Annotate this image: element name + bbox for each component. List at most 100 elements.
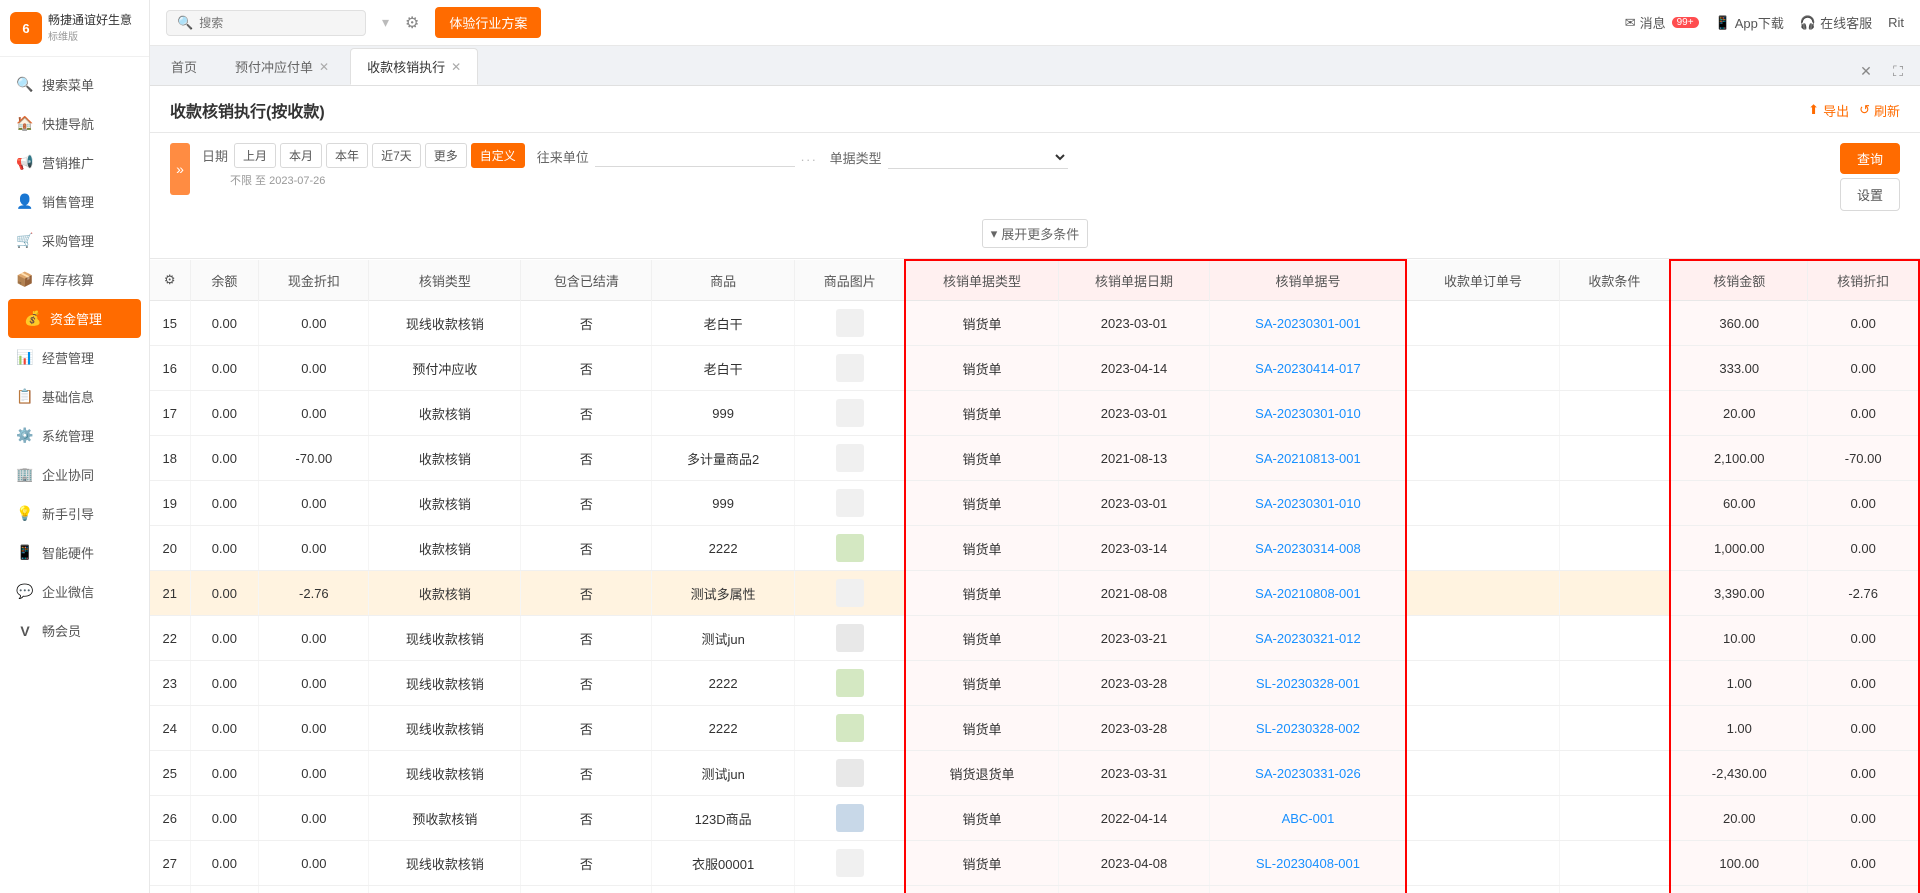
sidebar-item-wechat[interactable]: 💬 企业微信 — [0, 572, 149, 611]
cell-goods-img — [794, 841, 905, 886]
table-row: 24 0.00 0.00 现线收款核销 否 2222 销货单 2023-03-2… — [150, 706, 1919, 751]
sidebar-label: 畅会员 — [42, 621, 81, 640]
tab-fullscreen-button[interactable]: ⛶ — [1884, 57, 1912, 85]
cell-cancel-bill-type: 销货单 — [905, 526, 1058, 571]
cell-goods: 测试jun — [652, 751, 795, 796]
refresh-button[interactable]: ↺ 刷新 — [1859, 101, 1900, 120]
sidebar-item-quick-nav[interactable]: 🏠 快捷导航 — [0, 104, 149, 143]
cell-cancel-bill-type: 销货单 — [905, 346, 1058, 391]
bill-no-link[interactable]: SA-20230414-017 — [1255, 361, 1361, 376]
cell-goods: 多计量商品2 — [652, 436, 795, 481]
sidebar-item-enterprise[interactable]: 🏢 企业协同 — [0, 455, 149, 494]
cell-cancel-bill-type: 销货单 — [905, 796, 1058, 841]
cell-goods-img — [794, 391, 905, 436]
sidebar-item-search[interactable]: 🔍 搜索菜单 — [0, 65, 149, 104]
user-name-item[interactable]: Rit — [1888, 15, 1904, 30]
this-year-button[interactable]: 本年 — [326, 143, 368, 168]
export-button[interactable]: ⬆ 导出 — [1808, 101, 1849, 120]
messages-item[interactable]: ✉ 消息 99+ — [1625, 13, 1699, 32]
cell-num: 28 — [150, 886, 190, 893]
gear-icon[interactable]: ⚙ — [405, 13, 419, 33]
search-input[interactable] — [199, 16, 339, 30]
sidebar-item-operations[interactable]: 📊 经营管理 — [0, 338, 149, 377]
tab-receipt-cancel[interactable]: 收款核销执行 ✕ — [350, 48, 478, 85]
bill-no-link[interactable]: SL-20230328-001 — [1256, 676, 1360, 691]
cell-cancel-amount: 333.00 — [1670, 346, 1808, 391]
cell-receipt-order-no — [1406, 796, 1559, 841]
sidebar-item-inventory[interactable]: 📦 库存核算 — [0, 260, 149, 299]
sidebar-item-system[interactable]: ⚙️ 系统管理 — [0, 416, 149, 455]
sidebar-item-purchase[interactable]: 🛒 采购管理 — [0, 221, 149, 260]
bill-no-link[interactable]: SA-20230301-001 — [1255, 316, 1361, 331]
cell-include-settled: 否 — [521, 796, 652, 841]
partner-input[interactable] — [595, 145, 795, 167]
th-cancel-bill-no: 核销单据号 — [1210, 260, 1407, 301]
th-settings[interactable]: ⚙ — [150, 260, 190, 301]
tab-home[interactable]: 首页 — [154, 48, 214, 85]
custom-date-button[interactable]: 自定义 — [471, 143, 525, 168]
bill-no-link[interactable]: SL-20230408-001 — [1256, 856, 1360, 871]
bill-no-link[interactable]: SA-20230301-010 — [1255, 496, 1361, 511]
cell-goods-img — [794, 886, 905, 893]
more-button[interactable]: 更多 — [425, 143, 467, 168]
expand-more-button[interactable]: ▾ 展开更多条件 — [982, 219, 1089, 248]
app-download-item[interactable]: 📱 App下载 — [1715, 13, 1784, 32]
query-button[interactable]: 查询 — [1840, 143, 1900, 174]
tab-prepay[interactable]: 预付冲应付单 ✕ — [218, 48, 346, 85]
sidebar-item-finance[interactable]: 💰 资金管理 — [8, 299, 141, 338]
cell-goods-img — [794, 571, 905, 616]
sidebar-item-guide[interactable]: 💡 新手引导 — [0, 494, 149, 533]
tab-close-all-button[interactable]: ✕ — [1852, 57, 1880, 85]
bill-no-link[interactable]: SL-20230328-002 — [1256, 721, 1360, 736]
tab-prepay-close[interactable]: ✕ — [319, 60, 329, 74]
sidebar-label: 销售管理 — [42, 192, 94, 211]
this-month-button[interactable]: 本月 — [280, 143, 322, 168]
last7days-button[interactable]: 近7天 — [372, 143, 421, 168]
cell-cancel-amount: 10.00 — [1670, 616, 1808, 661]
bill-no-link[interactable]: SA-20230301-010 — [1255, 406, 1361, 421]
cell-cancel-type: 现线收款核销 — [369, 841, 521, 886]
online-service-item[interactable]: 🎧 在线客服 — [1800, 13, 1872, 32]
cell-include-settled: 否 — [521, 886, 652, 893]
filter-section: » 日期 上月 本月 本年 近7天 更多 自定义 不限 — [150, 133, 1920, 259]
bill-no-link[interactable]: SA-20210808-001 — [1255, 586, 1361, 601]
sidebar-item-marketing[interactable]: 📢 营销推广 — [0, 143, 149, 182]
cell-cash-discount: 0.00 — [259, 616, 369, 661]
bill-no-link[interactable]: SA-20210813-001 — [1255, 451, 1361, 466]
cell-cancel-type: 收款核销 — [369, 526, 521, 571]
sidebar-menu: 🔍 搜索菜单 🏠 快捷导航 📢 营销推广 👤 销售管理 🛒 采购管理 📦 库存核… — [0, 57, 149, 893]
th-receipt-condition: 收款条件 — [1559, 260, 1670, 301]
bill-type-select[interactable] — [888, 145, 1068, 169]
cell-goods: 老白干 — [652, 301, 795, 346]
tab-receipt-cancel-close[interactable]: ✕ — [451, 60, 461, 74]
cell-cash-discount: 0.00 — [259, 661, 369, 706]
industry-solution-button[interactable]: 体验行业方案 — [435, 7, 541, 38]
bill-no-link[interactable]: SA-20230331-026 — [1255, 766, 1361, 781]
topbar-search-box[interactable]: 🔍 — [166, 10, 366, 36]
partner-label: 往来单位 — [537, 147, 589, 166]
cell-cancel-bill-date: 2023-03-14 — [1058, 526, 1210, 571]
sidebar-item-hardware[interactable]: 📱 智能硬件 — [0, 533, 149, 572]
th-include-settled: 包含已结清 — [521, 260, 652, 301]
cell-cancel-type: 收款核销 — [369, 481, 521, 526]
sidebar-item-member[interactable]: V 畅会员 — [0, 611, 149, 650]
settings-button[interactable]: 设置 — [1840, 178, 1900, 211]
cell-num: 25 — [150, 751, 190, 796]
partner-filter: 往来单位 ... — [537, 143, 818, 167]
tabs-right-buttons: ✕ ⛶ — [1852, 57, 1920, 85]
sidebar-item-sales[interactable]: 👤 销售管理 — [0, 182, 149, 221]
refresh-label: 刷新 — [1874, 101, 1900, 120]
cell-cancel-bill-date: 2021-08-13 — [1058, 436, 1210, 481]
bill-no-link[interactable]: SA-20230314-008 — [1255, 541, 1361, 556]
bill-no-link[interactable]: SA-20230321-012 — [1255, 631, 1361, 646]
cell-receipt-order-no — [1406, 301, 1559, 346]
sidebar-item-basic-info[interactable]: 📋 基础信息 — [0, 377, 149, 416]
bill-no-link[interactable]: ABC-001 — [1282, 811, 1335, 826]
last-month-button[interactable]: 上月 — [234, 143, 276, 168]
th-balance: 余额 — [190, 260, 259, 301]
filter-toggle-button[interactable]: » — [170, 143, 190, 195]
cell-cancel-type: 预付冲应收 — [369, 346, 521, 391]
online-service-label: 在线客服 — [1820, 13, 1872, 32]
cell-receipt-condition — [1559, 391, 1670, 436]
bill-type-label: 单据类型 — [830, 148, 882, 167]
